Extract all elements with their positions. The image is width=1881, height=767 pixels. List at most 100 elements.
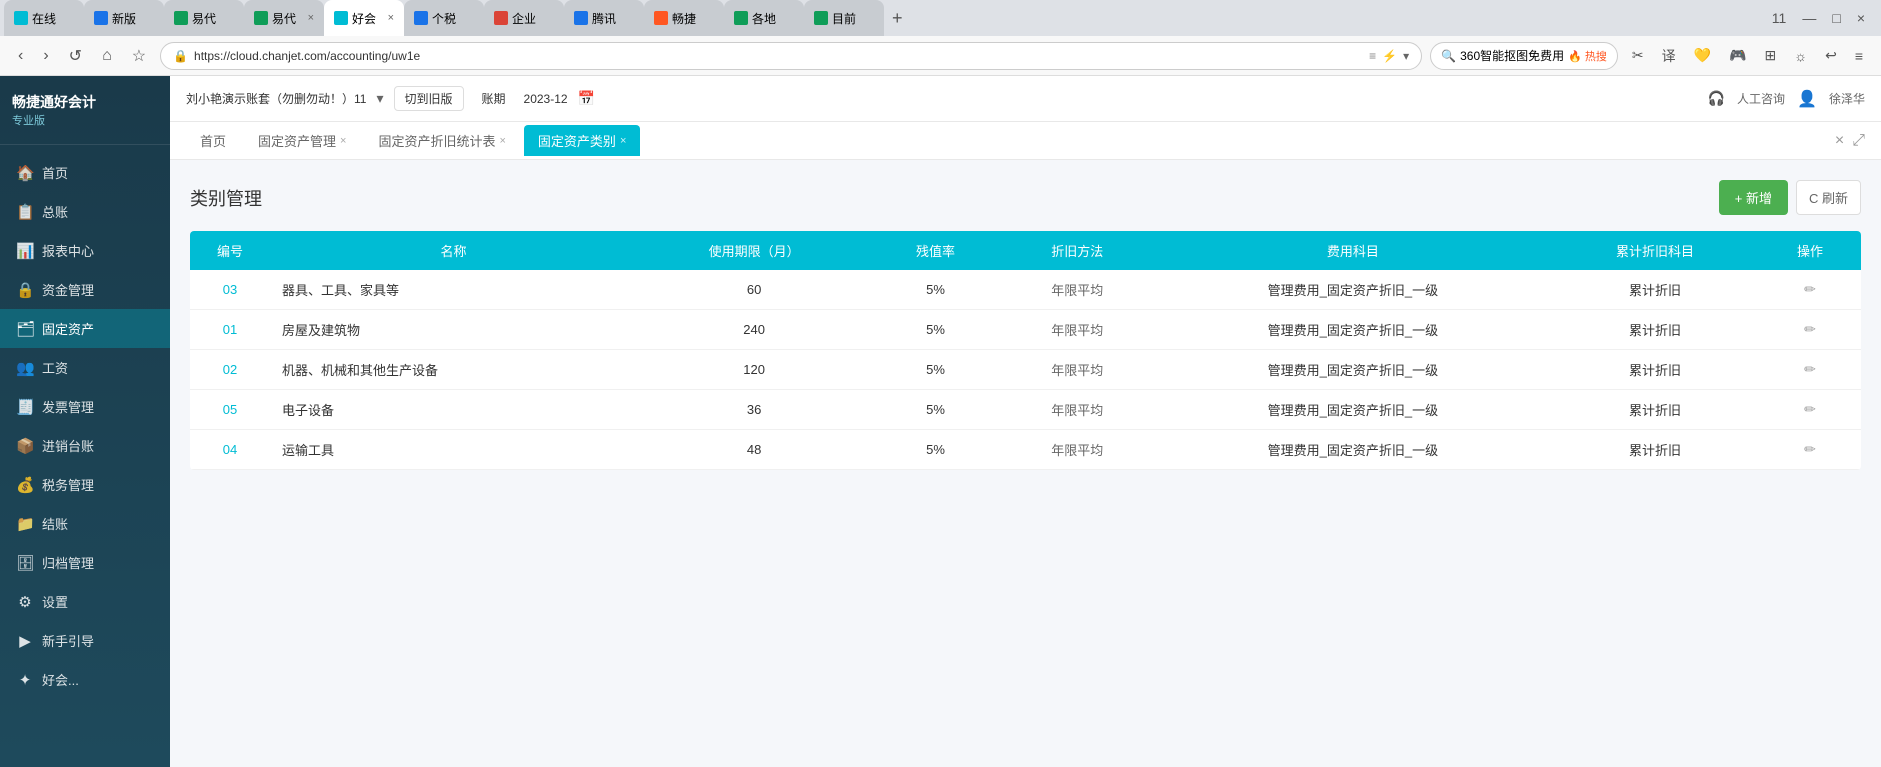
close-panel-icon[interactable]: × [1835,132,1844,150]
wallet-icon[interactable]: 💛 [1688,43,1717,68]
tax-icon: 💰 [16,476,34,494]
cell-action[interactable]: ✏ [1759,350,1861,390]
search-bar[interactable]: 🔍 360智能抠图免费用 🔥 热搜 [1430,42,1618,70]
period-label: 账期 [482,90,506,107]
browser-menu-icon[interactable]: ≡ [1849,44,1869,68]
cell-action[interactable]: ✏ [1759,270,1861,310]
sidebar-item-label: 设置 [42,592,68,611]
browser-tab-gedi[interactable]: 各地 [724,0,804,36]
browser-tab-new[interactable]: 新版 [84,0,164,36]
reports-icon: 📊 [16,242,34,260]
expand-icon[interactable]: ▾ [376,90,383,107]
switch-view-button[interactable]: 切到旧版 [394,86,464,111]
cell-code: 01 [190,310,270,350]
add-button[interactable]: + 新增 [1719,180,1788,215]
sidebar-item-settlement[interactable]: 📁 结账 [0,504,170,543]
cell-expense: 管理费用_固定资产折旧_一级 [1155,390,1551,430]
consultant-label[interactable]: 人工咨询 [1737,90,1785,107]
edit-icon[interactable]: ✏ [1804,401,1816,417]
table-row: 05 电子设备 36 5% 年限平均 管理费用_固定资产折旧_一级 累计折旧 ✏ [190,390,1861,430]
sidebar-item-reports[interactable]: 📊 报表中心 [0,231,170,270]
sidebar-item-home[interactable]: 🏠 首页 [0,153,170,192]
browser-tab-muqian[interactable]: 目前 [804,0,884,36]
grid-icon[interactable]: ⊞ [1759,43,1783,68]
tab-close-icon[interactable]: × [388,12,394,24]
tab-close-icon[interactable]: × [340,135,346,147]
sidebar-nav: 🏠 首页 📋 总账 📊 报表中心 🔒 资金管理 🗂 固定资产 👥 工资 [0,145,170,767]
sidebar-item-settings[interactable]: ⚙ 设置 [0,582,170,621]
cell-action[interactable]: ✏ [1759,390,1861,430]
sidebar-item-ledger[interactable]: 📋 总账 [0,192,170,231]
browser-tab-changjie[interactable]: 畅捷 [644,0,724,36]
cell-name: 器具、工具、家具等 [270,270,637,310]
new-tab-button[interactable]: + [884,0,911,36]
tab-favicon [734,11,748,25]
tab-asset-category[interactable]: 固定资产类别 × [524,125,640,156]
sidebar-item-payroll[interactable]: 👥 工资 [0,348,170,387]
settings-icon: ⚙ [16,593,34,611]
user-avatar-icon: 👤 [1797,89,1817,109]
undo-icon[interactable]: ↩ [1819,43,1843,68]
fullscreen-icon[interactable]: ⤢ [1852,132,1865,150]
maximize-icon[interactable]: □ [1828,6,1844,30]
calendar-icon[interactable]: 📅 [578,90,595,107]
home-button[interactable]: ⌂ [96,43,118,69]
edit-icon[interactable]: ✏ [1804,361,1816,377]
browser-tab-enterprise[interactable]: 企业 [484,0,564,36]
browser-tab-tencent[interactable]: 腾讯 [564,0,644,36]
cell-period: 60 [637,270,871,310]
browser-tab-yidai2[interactable]: 易代 × [244,0,324,36]
sidebar-item-fixed-assets[interactable]: 🗂 固定资产 [0,309,170,348]
cell-code: 04 [190,430,270,470]
sidebar-item-tax[interactable]: 💰 税务管理 [0,465,170,504]
sidebar-item-guide[interactable]: ▶ 新手引导 [0,621,170,660]
dropdown-icon[interactable]: ▾ [1403,49,1409,63]
tab-close-icon[interactable]: × [620,135,626,147]
sidebar-item-funds[interactable]: 🔒 资金管理 [0,270,170,309]
browser-tab-online[interactable]: 在线 [4,0,84,36]
inventory-icon: 📦 [16,437,34,455]
sidebar-item-archive[interactable]: 🗄 归档管理 [0,543,170,582]
translate-icon[interactable]: 译 [1656,42,1682,70]
browser-menu-icon[interactable]: ≡ [1369,49,1376,63]
bookmark-button[interactable]: ☆ [126,42,152,70]
lightning-icon[interactable]: ⚡ [1382,49,1397,63]
tab-close-icon[interactable]: × [308,12,314,24]
scissors-icon[interactable]: ✂ [1626,43,1650,68]
close-window-icon[interactable]: × [1853,6,1869,30]
col-period: 使用期限（月） [637,231,871,270]
tab-title: 好会 [352,10,384,27]
refresh-button[interactable]: C 刷新 [1796,180,1861,215]
cell-method: 年限平均 [1000,390,1155,430]
sidebar-item-label: 税务管理 [42,475,94,494]
sidebar-item-inventory[interactable]: 📦 进销台账 [0,426,170,465]
sidebar-item-more[interactable]: ✦ 好会... [0,660,170,699]
cell-action[interactable]: ✏ [1759,310,1861,350]
address-bar[interactable]: 🔒 https://cloud.chanjet.com/accounting/u… [160,42,1422,70]
back-button[interactable]: ‹ [12,43,29,69]
cell-name: 运输工具 [270,430,637,470]
edit-icon[interactable]: ✏ [1804,281,1816,297]
browser-tab-haohui[interactable]: 好会 × [324,0,404,36]
right-panel: 刘小艳演示账套（勿删勿动！）11 ▾ 切到旧版 账期 2023-12 📅 🎧 人… [170,76,1881,767]
refresh-button[interactable]: ↺ [63,42,88,70]
tab-asset-mgmt[interactable]: 固定资产管理 × [244,125,360,156]
browser-tab-tax[interactable]: 个税 [404,0,484,36]
game-icon[interactable]: 🎮 [1723,43,1752,68]
sidebar-item-invoices[interactable]: 🧾 发票管理 [0,387,170,426]
forward-button[interactable]: › [37,43,54,69]
tab-close-icon[interactable]: × [499,135,505,147]
page-tabs: 首页 固定资产管理 × 固定资产折旧统计表 × 固定资产类别 × × ⤢ [170,122,1881,160]
cell-method: 年限平均 [1000,430,1155,470]
minimize-icon[interactable]: — [1798,6,1820,30]
edit-icon[interactable]: ✏ [1804,441,1816,457]
tab-depreciation[interactable]: 固定资产折旧统计表 × [364,125,519,156]
cell-action[interactable]: ✏ [1759,430,1861,470]
brightness-icon[interactable]: ☼ [1788,44,1813,68]
browser-tab-yidai1[interactable]: 易代 [164,0,244,36]
tab-right-buttons: × ⤢ [1835,132,1865,150]
tab-home[interactable]: 首页 [186,125,240,156]
cell-code: 05 [190,390,270,430]
edit-icon[interactable]: ✏ [1804,321,1816,337]
cell-method: 年限平均 [1000,350,1155,390]
